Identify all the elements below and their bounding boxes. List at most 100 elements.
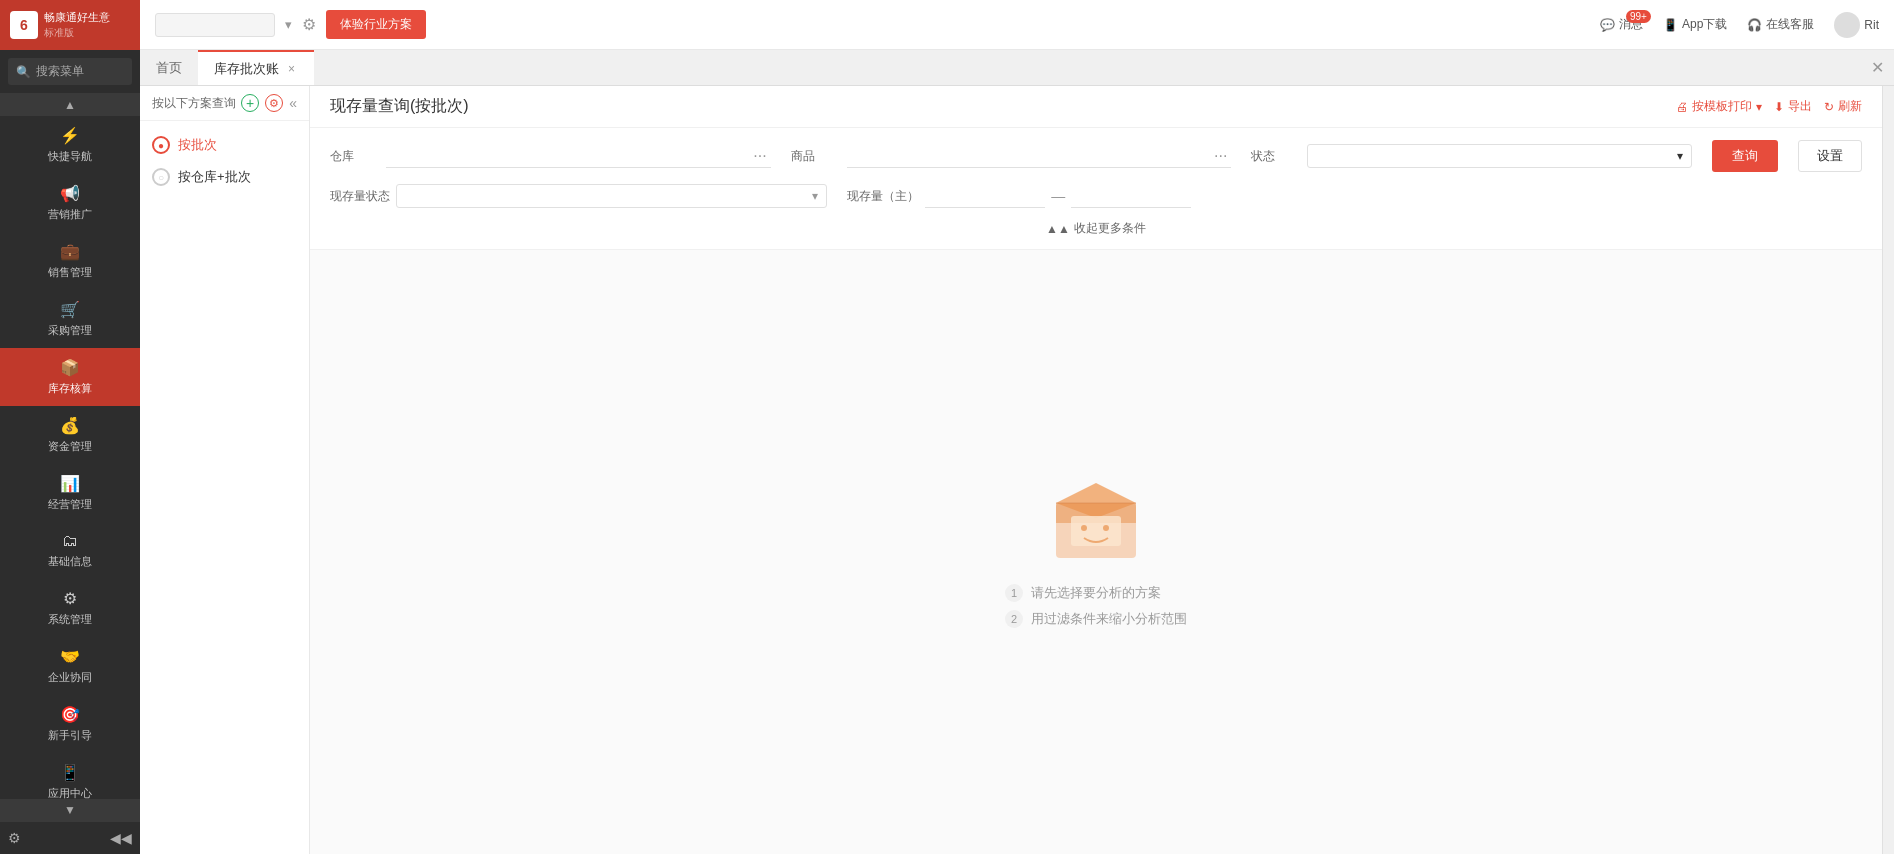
- right-panel: 现存量查询(按批次) 🖨 按模板打印 ▾ ⬇ 导出 ↻ 刷新: [310, 86, 1882, 854]
- filter-row-2: 现存量状态 ▾ 现存量（主） —: [330, 184, 1862, 208]
- app-version: 标准版: [44, 26, 110, 40]
- product-more-icon[interactable]: ···: [1210, 147, 1231, 165]
- inventory-status-field: 现存量状态 ▾: [330, 184, 827, 208]
- empty-step-2: 2 用过滤条件来缩小分析范围: [1005, 610, 1187, 628]
- nav-label-inventory: 库存核算: [48, 381, 92, 396]
- scheme-by-warehouse-batch[interactable]: ○ 按仓库+批次: [140, 161, 309, 193]
- filter-area: 仓库 ··· 商品 ···: [310, 128, 1882, 250]
- nav-label-sales: 销售管理: [48, 265, 92, 280]
- sidebar-item-enterprise[interactable]: 🤝 企业协同: [0, 637, 140, 695]
- inventory-qty-field: 现存量（主） —: [847, 185, 1344, 208]
- filter-header: 按以下方案查询 + ⚙ «: [140, 86, 309, 121]
- message-icon: 💬: [1600, 18, 1615, 32]
- inventory-qty-min-input[interactable]: [925, 185, 1045, 208]
- sidebar-item-inventory[interactable]: 📦 库存核算: [0, 348, 140, 406]
- nav-icon-enterprise: 🤝: [60, 647, 80, 666]
- nav-label-purchase: 采购管理: [48, 323, 92, 338]
- query-button[interactable]: 查询: [1712, 140, 1778, 172]
- empty-steps: 1 请先选择要分析的方案 2 用过滤条件来缩小分析范围: [1005, 584, 1187, 636]
- filter-actions: + ⚙ «: [241, 94, 297, 112]
- sidebar-item-purchase[interactable]: 🛒 采购管理: [0, 290, 140, 348]
- nav-icon-inventory: 📦: [60, 358, 80, 377]
- tab-close-icon[interactable]: ×: [285, 61, 298, 77]
- inventory-qty-label: 现存量（主）: [847, 188, 919, 205]
- nav-label-finance: 资金管理: [48, 439, 92, 454]
- sidebar-footer: ⚙ ◀◀: [0, 821, 140, 854]
- print-button[interactable]: 🖨 按模板打印 ▾: [1676, 98, 1762, 115]
- add-scheme-button[interactable]: +: [241, 94, 259, 112]
- collapse-up-icon: ▲▲: [1046, 222, 1070, 236]
- close-panel-button[interactable]: ✕: [1871, 58, 1884, 77]
- filter-settings-button[interactable]: 设置: [1798, 140, 1862, 172]
- status-dropdown[interactable]: ▾: [1307, 144, 1692, 168]
- product-input[interactable]: [847, 145, 1210, 167]
- sidebar-title-block: 畅康通好生意 标准版: [44, 10, 110, 39]
- sidebar-item-finance[interactable]: 💰 资金管理: [0, 406, 140, 464]
- tab-bar: 首页 库存批次账 × ✕: [140, 50, 1894, 86]
- settings-footer-button[interactable]: ⚙: [8, 830, 21, 846]
- scheme-by-batch-label: 按批次: [178, 136, 217, 154]
- chevron-down-icon[interactable]: ▾: [285, 17, 292, 32]
- scheme-by-warehouse-batch-label: 按仓库+批次: [178, 168, 251, 186]
- filter-row-1: 仓库 ··· 商品 ···: [330, 140, 1862, 172]
- scheme-inactive-icon: ○: [152, 168, 170, 186]
- warehouse-label: 仓库: [330, 148, 380, 165]
- collapse-filter-button[interactable]: ▲▲ 收起更多条件: [330, 220, 1862, 237]
- nav-icon-finance: 💰: [60, 416, 80, 435]
- online-service-label: 在线客服: [1766, 16, 1814, 33]
- phone-icon: 📱: [1663, 18, 1678, 32]
- sidebar-item-newbie[interactable]: 🎯 新手引导: [0, 695, 140, 753]
- scheme-settings-button[interactable]: ⚙: [265, 94, 283, 112]
- collapse-left-button[interactable]: «: [289, 95, 297, 111]
- step-2-number: 2: [1005, 610, 1023, 628]
- sidebar-item-marketing[interactable]: 📢 营销推广: [0, 174, 140, 232]
- user-profile-button[interactable]: Rit: [1834, 12, 1879, 38]
- nav-label-newbie: 新手引导: [48, 728, 92, 743]
- message-button[interactable]: 💬 消息 99+: [1600, 16, 1643, 33]
- scheme-by-batch[interactable]: ● 按批次: [140, 129, 309, 161]
- collapse-sidebar-button[interactable]: ◀◀: [110, 830, 132, 846]
- sidebar-item-quick-nav[interactable]: ⚡ 快捷导航: [0, 116, 140, 174]
- svg-point-4: [1081, 525, 1087, 531]
- sidebar-item-apps[interactable]: 📱 应用中心: [0, 753, 140, 799]
- nav-label-system: 系统管理: [48, 612, 92, 627]
- nav-icon-operations: 📊: [60, 474, 80, 493]
- warehouse-input[interactable]: [386, 145, 749, 167]
- nav-icon-basic: 🗂: [62, 532, 78, 550]
- experience-button[interactable]: 体验行业方案: [326, 10, 426, 39]
- tab-inventory-batch[interactable]: 库存批次账 ×: [198, 50, 314, 85]
- step-1-text: 请先选择要分析的方案: [1031, 584, 1161, 602]
- app-download-button[interactable]: 📱 App下载: [1663, 16, 1727, 33]
- user-name: Rit: [1864, 18, 1879, 32]
- scroll-up-button[interactable]: ▲: [0, 94, 140, 116]
- tab-home[interactable]: 首页: [140, 50, 198, 85]
- sidebar: 6 畅康通好生意 标准版 🔍 搜索菜单 ▲ ⚡ 快捷导航 📢 营销推广 💼 销售…: [0, 0, 140, 854]
- search-menu-button[interactable]: 🔍 搜索菜单: [8, 58, 132, 85]
- scroll-down-button[interactable]: ▼: [0, 799, 140, 821]
- nav-icon-newbie: 🎯: [60, 705, 80, 724]
- settings-icon[interactable]: ⚙: [302, 15, 316, 34]
- app-download-label: App下载: [1682, 16, 1727, 33]
- nav-icon-purchase: 🛒: [60, 300, 80, 319]
- refresh-button[interactable]: ↻ 刷新: [1824, 98, 1862, 115]
- warehouse-input-wrapper: ···: [386, 145, 771, 168]
- sidebar-item-sales[interactable]: 💼 销售管理: [0, 232, 140, 290]
- sidebar-logo: 6: [10, 11, 38, 39]
- sidebar-item-basic[interactable]: 🗂 基础信息: [0, 522, 140, 579]
- sidebar-item-operations[interactable]: 📊 经营管理: [0, 464, 140, 522]
- status-field: 状态 ▾: [1251, 144, 1692, 168]
- print-dropdown-icon: ▾: [1756, 100, 1762, 114]
- nav-icon-sales: 💼: [60, 242, 80, 261]
- sidebar-nav: ⚡ 快捷导航 📢 营销推广 💼 销售管理 🛒 采购管理 📦 库存核算 💰 资金管…: [0, 116, 140, 799]
- inventory-status-dropdown[interactable]: ▾: [396, 184, 827, 208]
- user-avatar: [1834, 12, 1860, 38]
- inventory-qty-max-input[interactable]: [1071, 185, 1191, 208]
- topbar-search-input[interactable]: [155, 13, 275, 37]
- nav-icon-marketing: 📢: [60, 184, 80, 203]
- sidebar-item-system[interactable]: ⚙ 系统管理: [0, 579, 140, 637]
- export-button[interactable]: ⬇ 导出: [1774, 98, 1812, 115]
- step-2-text: 用过滤条件来缩小分析范围: [1031, 610, 1187, 628]
- warehouse-more-icon[interactable]: ···: [749, 147, 770, 165]
- inventory-status-label: 现存量状态: [330, 188, 390, 205]
- online-service-button[interactable]: 🎧 在线客服: [1747, 16, 1814, 33]
